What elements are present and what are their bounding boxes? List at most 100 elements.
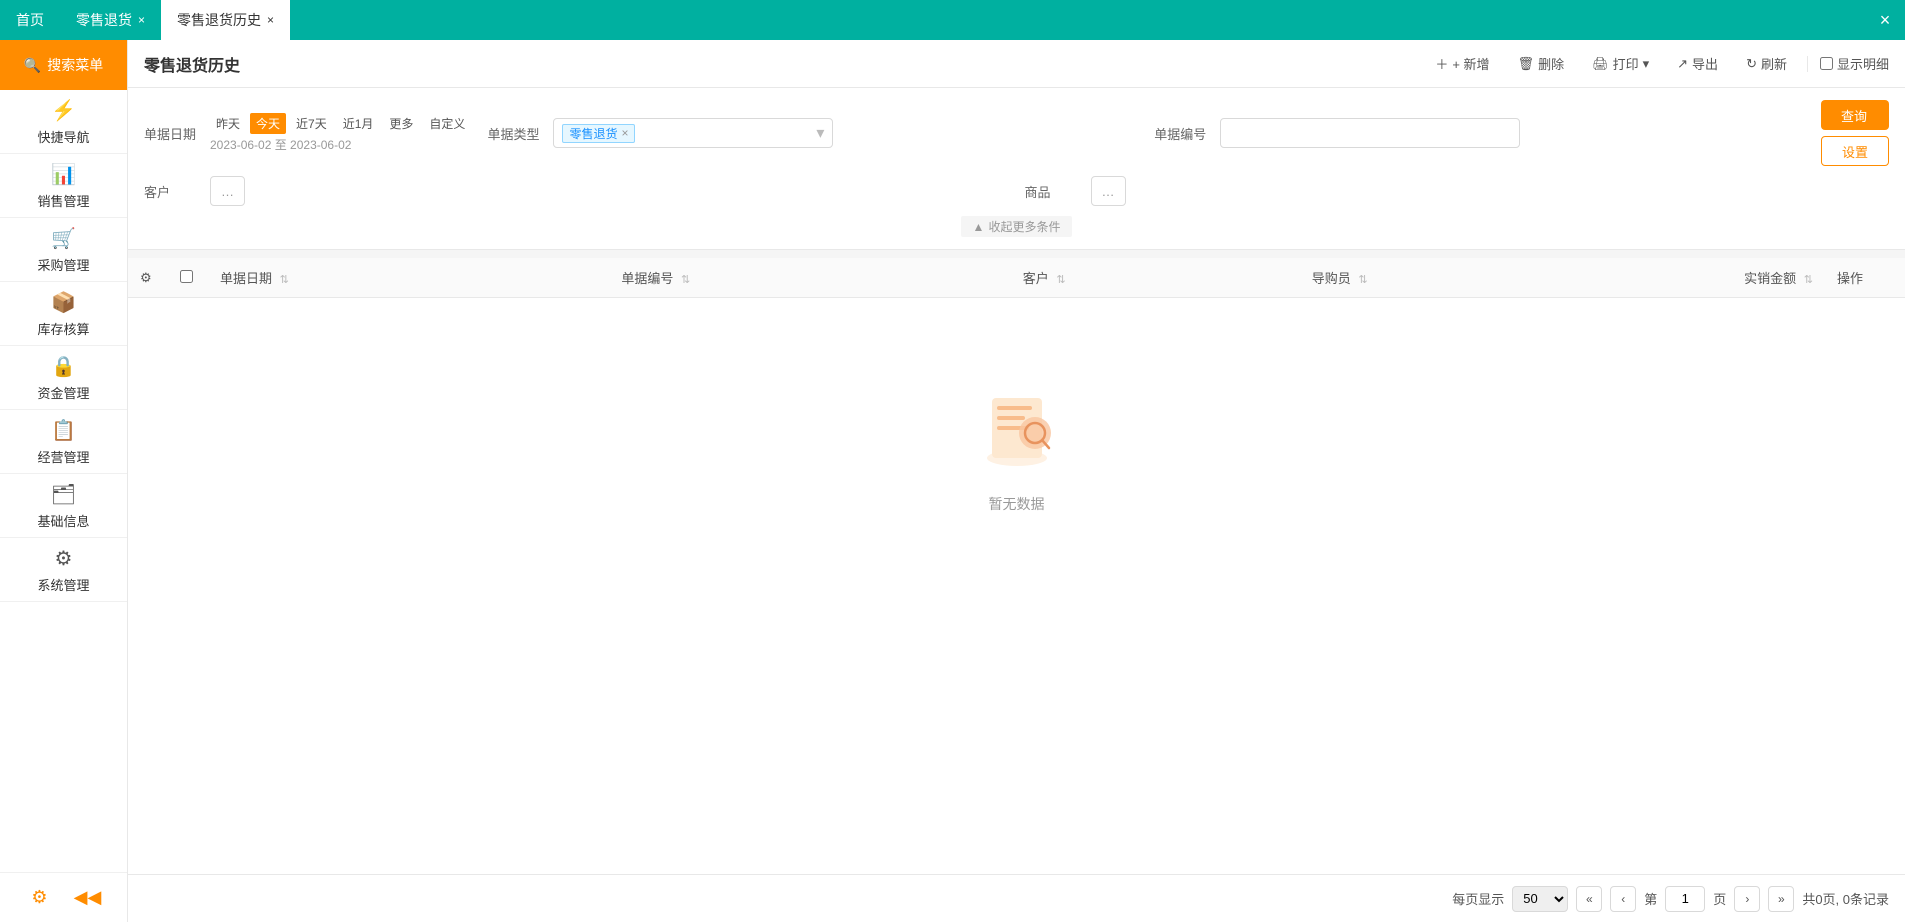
tab-close-retail-return-history[interactable]: ×: [267, 13, 274, 27]
sidebar-footer: ⚙ ◀◀: [0, 872, 127, 922]
empty-state: 暂无数据: [128, 298, 1905, 594]
next-page-button[interactable]: ›: [1734, 886, 1760, 912]
goods-filter-item: 商品 …: [1025, 176, 1890, 206]
sidebar-label-finance: 资金管理: [37, 383, 89, 402]
first-page-button[interactable]: «: [1576, 886, 1602, 912]
sidebar-item-system-mgmt[interactable]: ⚙ 系统管理: [0, 538, 127, 602]
doc-type-tag[interactable]: 零售退货 ×: [562, 124, 635, 143]
print-button[interactable]: 🖨 打印 ▾: [1584, 50, 1657, 77]
date-label: 单据日期: [144, 124, 204, 143]
header-actions: ＋ + 新增 🗑 删除 🖨 打印 ▾ ↗ 导出 ↻: [1427, 50, 1889, 77]
content-area: 零售退货历史 ＋ + 新增 🗑 删除 🖨 打印 ▾ ↗ 导出: [128, 40, 1905, 922]
sidebar-item-operations[interactable]: 📋 经营管理: [0, 410, 127, 474]
settings-footer-button[interactable]: ⚙: [24, 882, 56, 914]
new-button[interactable]: ＋ + 新增: [1427, 50, 1497, 77]
last-page-button[interactable]: »: [1768, 886, 1794, 912]
goods-label: 商品: [1025, 182, 1085, 201]
sidebar-icon-quick-nav: ⚡: [51, 98, 76, 123]
customer-filter-item: 客户 …: [144, 176, 1009, 206]
tab-retail-return[interactable]: 零售退货×: [60, 0, 161, 40]
tab-close-retail-return[interactable]: ×: [138, 13, 145, 27]
doc-number-label: 单据编号: [1154, 124, 1214, 143]
table-area: ⚙ 单据日期 ⇅ 单据编号 ⇅ 客户 ⇅ 导购员 ⇅ 实销金额 ⇅ 操作: [128, 258, 1905, 874]
customer-ellipsis-btn[interactable]: …: [210, 176, 245, 206]
date-yesterday-btn[interactable]: 昨天: [210, 113, 246, 134]
date-more-btn[interactable]: 更多: [383, 113, 419, 134]
th-settings[interactable]: ⚙: [128, 258, 168, 298]
sidebar-item-sales-mgmt[interactable]: 📊 销售管理: [0, 154, 127, 218]
sidebar-icon-base-info: 🗂: [51, 482, 76, 507]
filter-area: 单据日期 昨天 今天 近7天 近1月 更多 自定义 2023-06-02 至 2…: [128, 88, 1905, 250]
th-doc-number[interactable]: 单据编号 ⇅: [609, 258, 1010, 298]
th-amount[interactable]: 实销金额 ⇅: [1645, 258, 1825, 298]
sidebar-label-operations: 经营管理: [37, 447, 89, 466]
page-label: 页: [1713, 889, 1726, 908]
goods-ellipsis-btn[interactable]: …: [1091, 176, 1126, 206]
tab-home[interactable]: 首页: [0, 0, 60, 40]
window-close-button[interactable]: ×: [1865, 0, 1905, 40]
date-1month-btn[interactable]: 近1月: [337, 113, 380, 134]
tab-list: 首页零售退货×零售退货历史×: [0, 0, 1865, 40]
sidebar-item-base-info[interactable]: 🗂 基础信息: [0, 474, 127, 538]
date-today-btn[interactable]: 今天: [250, 113, 286, 134]
query-button[interactable]: 查询: [1821, 100, 1889, 130]
filter-row-1: 单据日期 昨天 今天 近7天 近1月 更多 自定义 2023-06-02 至 2…: [144, 100, 1889, 166]
sidebar-label-base-info: 基础信息: [37, 511, 89, 530]
delete-button[interactable]: 🗑 删除: [1510, 50, 1573, 77]
doc-number-input[interactable]: [1220, 118, 1520, 148]
export-button[interactable]: ↗ 导出: [1669, 50, 1726, 77]
refresh-icon: ↻: [1746, 56, 1757, 72]
date-7days-btn[interactable]: 近7天: [290, 113, 333, 134]
show-detail-checkbox[interactable]: 显示明细: [1820, 54, 1889, 73]
collapse-up-icon: ▲: [973, 220, 985, 234]
sidebar-search-label: 搜索菜单: [47, 55, 103, 75]
th-guide[interactable]: 导购员 ⇅: [1300, 258, 1645, 298]
th-action: 操作: [1825, 258, 1905, 298]
page-header: 零售退货历史 ＋ + 新增 🗑 删除 🖨 打印 ▾ ↗ 导出: [128, 40, 1905, 88]
main-layout: 🔍 搜索菜单 ⚡ 快捷导航📊 销售管理🛒 采购管理📦 库存核算🔒 资金管理📋 经…: [0, 40, 1905, 922]
refresh-button[interactable]: ↻ 刷新: [1738, 50, 1795, 77]
doc-number-filter-item: 单据编号: [1154, 118, 1805, 148]
filter-row-2: 客户 … 商品 …: [144, 176, 1889, 206]
sidebar-search[interactable]: 🔍 搜索菜单: [0, 40, 127, 90]
doc-type-tag-close[interactable]: ×: [621, 126, 628, 140]
setting-button[interactable]: 设置: [1821, 136, 1889, 166]
collapse-button[interactable]: ▲ 收起更多条件: [961, 216, 1073, 237]
doc-type-dropdown-icon: ▾: [816, 123, 824, 143]
th-customer[interactable]: 客户 ⇅: [1011, 258, 1300, 298]
doc-type-filter-item: 单据类型 零售退货 × ▾: [487, 118, 1138, 148]
empty-icon: [967, 378, 1067, 478]
doc-type-select[interactable]: 零售退货 × ▾: [553, 118, 833, 148]
sidebar-item-quick-nav[interactable]: ⚡ 快捷导航: [0, 90, 127, 154]
sidebar-label-system-mgmt: 系统管理: [37, 575, 89, 594]
sidebar-icon-operations: 📋: [51, 418, 76, 443]
sidebar-label-quick-nav: 快捷导航: [37, 127, 89, 146]
collapse-bar: ▲ 收起更多条件: [144, 216, 1889, 237]
th-checkbox[interactable]: [168, 258, 208, 298]
audio-footer-button[interactable]: ◀◀: [72, 882, 104, 914]
delete-icon: 🗑: [1518, 56, 1535, 72]
select-all-checkbox[interactable]: [180, 270, 193, 283]
page-number-input[interactable]: [1665, 886, 1705, 912]
page-title: 零售退货历史: [144, 52, 1427, 76]
data-table: ⚙ 单据日期 ⇅ 单据编号 ⇅ 客户 ⇅ 导购员 ⇅ 实销金额 ⇅ 操作: [128, 258, 1905, 298]
action-buttons: 查询 设置: [1821, 100, 1889, 166]
tab-retail-return-history[interactable]: 零售退货历史×: [161, 0, 290, 40]
empty-label: 暂无数据: [989, 494, 1045, 514]
sidebar-icon-inventory: 📦: [51, 290, 76, 315]
sidebar-item-purchase-mgmt[interactable]: 🛒 采购管理: [0, 218, 127, 282]
export-icon: ↗: [1677, 56, 1688, 72]
show-detail-input[interactable]: [1820, 57, 1833, 70]
date-buttons: 昨天 今天 近7天 近1月 更多 自定义: [210, 113, 471, 134]
print-icon: 🖨: [1592, 56, 1609, 72]
th-doc-date[interactable]: 单据日期 ⇅: [208, 258, 609, 298]
date-custom-btn[interactable]: 自定义: [423, 113, 471, 134]
page-size-label: 每页显示: [1452, 889, 1504, 908]
prev-page-button[interactable]: ‹: [1610, 886, 1636, 912]
page-size-select[interactable]: 50 10 20 100: [1512, 886, 1568, 912]
sidebar-item-finance[interactable]: 🔒 资金管理: [0, 346, 127, 410]
table-header-row: ⚙ 单据日期 ⇅ 单据编号 ⇅ 客户 ⇅ 导购员 ⇅ 实销金额 ⇅ 操作: [128, 258, 1905, 298]
sidebar-icon-purchase-mgmt: 🛒: [51, 226, 76, 251]
sidebar-item-inventory[interactable]: 📦 库存核算: [0, 282, 127, 346]
date-range-value: 2023-06-02 至 2023-06-02: [210, 136, 471, 153]
